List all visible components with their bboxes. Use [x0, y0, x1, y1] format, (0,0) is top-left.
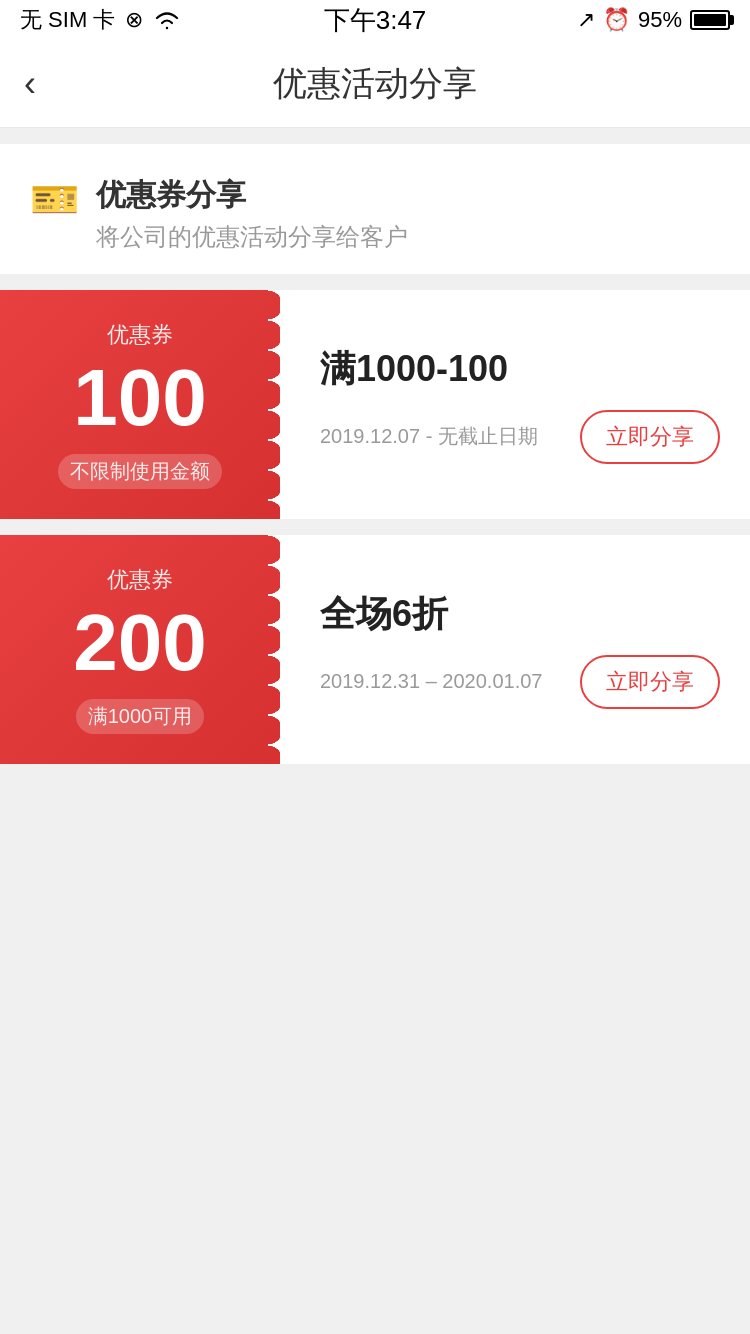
status-left: 无 SIM 卡 ⊗ [20, 5, 181, 35]
coupon-meta-1: 2019.12.07 - 无截止日期 立即分享 [320, 410, 720, 464]
status-bar: 无 SIM 卡 ⊗ 下午3:47 ↗ ⏰ 95% [0, 0, 750, 40]
share-button-2[interactable]: 立即分享 [580, 655, 720, 709]
back-button[interactable]: ‹ [24, 63, 36, 105]
coupon-date-1: 2019.12.07 - 无截止日期 [320, 423, 564, 450]
battery-percent: 95% [638, 7, 682, 33]
nav-bar: ‹ 优惠活动分享 [0, 40, 750, 128]
carrier-text: 无 SIM 卡 [20, 5, 115, 35]
coupon-amount-2: 200 [73, 603, 206, 683]
coupon-right-1: 满1000-100 2019.12.07 - 无截止日期 立即分享 [280, 290, 750, 519]
location-icon: ↗ [577, 7, 595, 33]
coupon-left-2: 优惠券 200 满1000可用 [0, 535, 280, 764]
alarm-icon: ⏰ [603, 7, 630, 33]
section-text: 优惠券分享 将公司的优惠活动分享给客户 [96, 174, 408, 254]
status-time: 下午3:47 [324, 3, 427, 38]
coupon-card-2: 优惠券 200 满1000可用 全场6折 2019.12.31 – 2020.0… [0, 535, 750, 764]
share-button-1[interactable]: 立即分享 [580, 410, 720, 464]
bottom-area [0, 780, 750, 1280]
coupon-name-1: 满1000-100 [320, 345, 720, 394]
coupon-card-1: 优惠券 100 不限制使用金额 满1000-100 2019.12.07 - 无… [0, 290, 750, 519]
coupon-label-1: 优惠券 [107, 320, 173, 350]
section-title: 优惠券分享 [96, 174, 408, 216]
section-header: 🎫 优惠券分享 将公司的优惠活动分享给客户 [0, 144, 750, 274]
coupon-left-1: 优惠券 100 不限制使用金额 [0, 290, 280, 519]
coupon-section-icon: 🎫 [30, 176, 80, 223]
coupon-label-2: 优惠券 [107, 565, 173, 595]
nav-title: 优惠活动分享 [273, 61, 477, 107]
status-right: ↗ ⏰ 95% [577, 7, 730, 33]
coupon-list: 优惠券 100 不限制使用金额 满1000-100 2019.12.07 - 无… [0, 290, 750, 780]
coupon-right-2: 全场6折 2019.12.31 – 2020.01.07 立即分享 [280, 535, 750, 764]
coupon-name-2: 全场6折 [320, 590, 720, 639]
coupon-condition-1: 不限制使用金额 [58, 454, 222, 489]
battery-icon [690, 10, 730, 30]
section-subtitle: 将公司的优惠活动分享给客户 [96, 220, 408, 254]
coupon-condition-2: 满1000可用 [76, 699, 205, 734]
coupon-date-2: 2019.12.31 – 2020.01.07 [320, 670, 564, 693]
coupon-amount-1: 100 [73, 358, 206, 438]
wifi-icon: ⊗ [125, 7, 181, 33]
coupon-meta-2: 2019.12.31 – 2020.01.07 立即分享 [320, 655, 720, 709]
